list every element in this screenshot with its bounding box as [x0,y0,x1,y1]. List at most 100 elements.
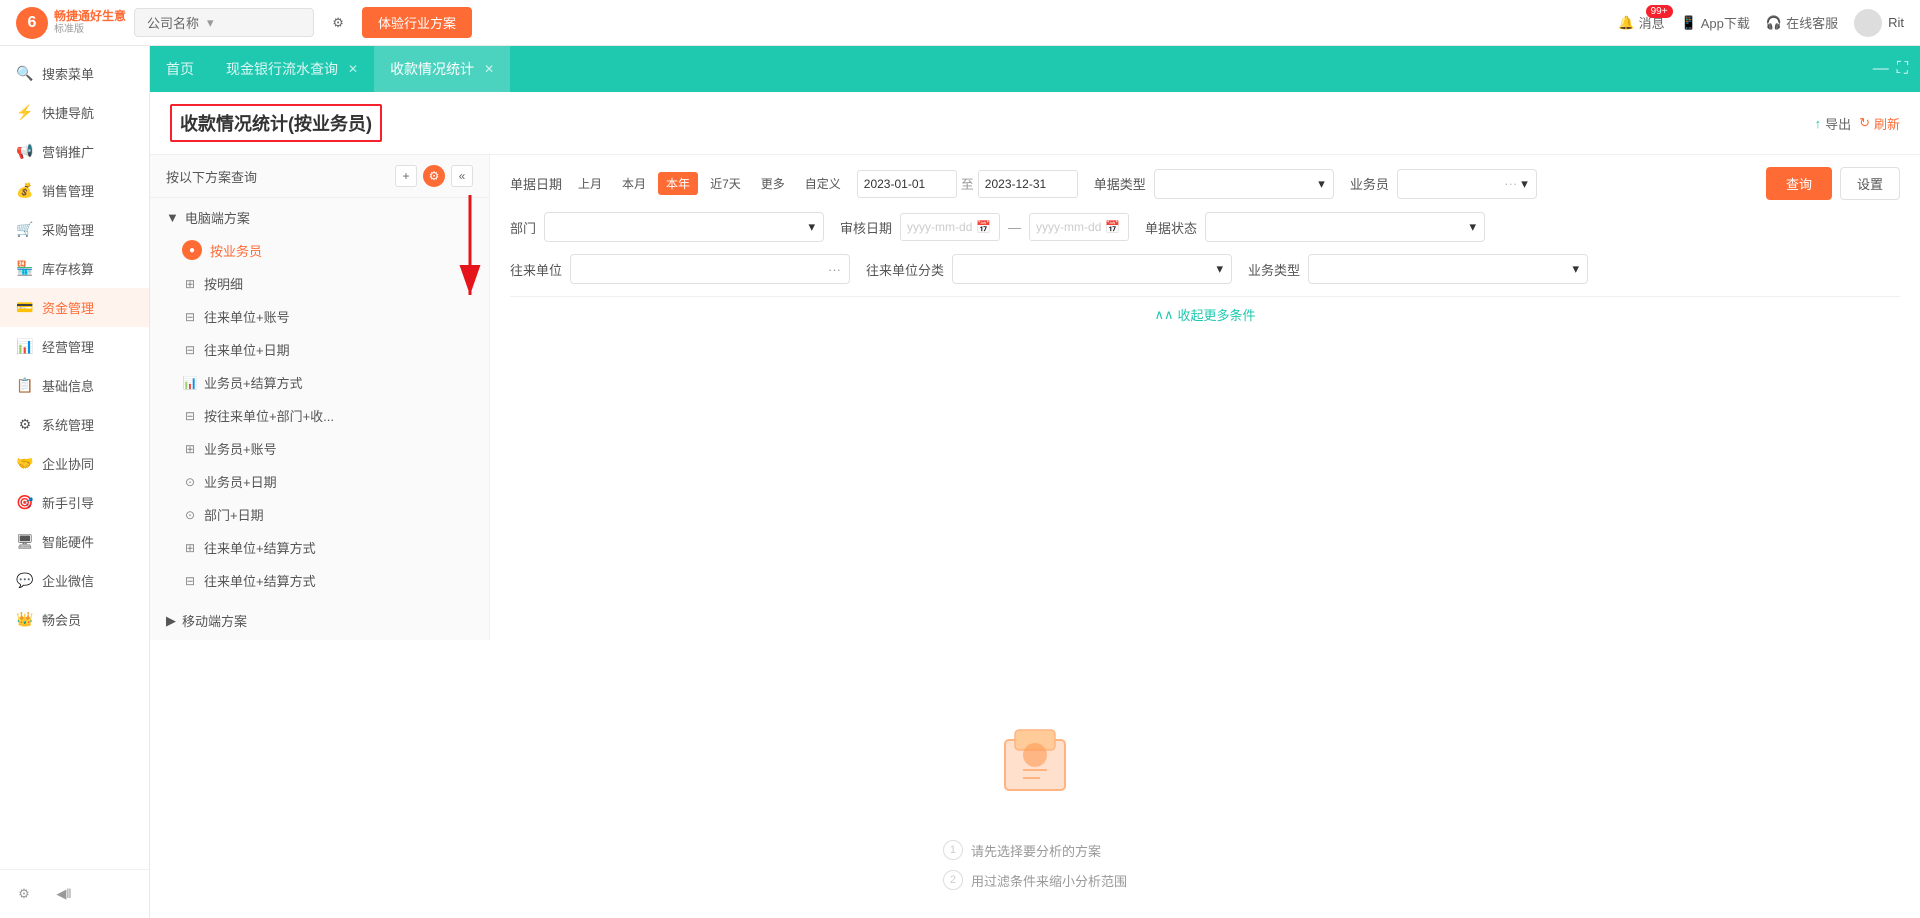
breadcrumb-dropdown-icon[interactable]: ▾ [207,15,214,31]
doc-status-select[interactable]: ▾ [1205,212,1485,242]
chevron-down-icon: ▼ [166,210,179,225]
scheme-partner-settle1[interactable]: ⊞ 往来单位+结算方式 [150,531,489,564]
hardware-icon: 🖥 [16,533,34,551]
detail-icon: ⊞ [182,276,198,292]
refresh-icon: ↻ [1859,115,1870,131]
sidebar-item-finance[interactable]: 💳 资金管理 [0,288,149,327]
staff-dropdown-icon: ▾ [1521,176,1528,192]
review-date-to-input[interactable]: yyyy-mm-dd 📅 [1029,213,1129,241]
desktop-schemes-header[interactable]: ▼ 电脑端方案 [150,202,489,233]
scheme-settings-button[interactable]: ⚙ [423,165,445,187]
staff-more-icon[interactable]: ··· [1504,176,1517,191]
sidebar-item-sales[interactable]: 💰 销售管理 [0,171,149,210]
scheme-staff-account[interactable]: ⊞ 业务员+账号 [150,432,489,465]
scheme-staff-date[interactable]: ⊙ 业务员+日期 [150,465,489,498]
partner-category-label: 往来单位分类 [866,260,944,279]
tab-bank-flow[interactable]: 现金银行流水查询 ✕ [210,46,374,92]
refresh-button[interactable]: ↻ 刷新 [1859,114,1900,133]
export-icon: ↑ [1815,116,1822,131]
warehouse-icon: 🏪 [16,260,34,278]
date-btn-last-month[interactable]: 上月 [570,172,610,195]
partner-select[interactable]: ··· [570,254,850,284]
sidebar-label-system: 系统管理 [42,415,94,434]
sidebar-item-basic[interactable]: 📋 基础信息 [0,366,149,405]
plus-icon: + [402,169,409,183]
staff-select[interactable]: ··· ▾ [1397,169,1537,199]
add-scheme-button[interactable]: + [395,165,417,187]
scheme-partner-settle2[interactable]: ⊟ 往来单位+结算方式 [150,564,489,597]
app-download-label: App下载 [1701,13,1750,32]
query-button[interactable]: 查询 [1766,167,1832,200]
page-header-actions: ↑ 导出 ↻ 刷新 [1815,114,1900,133]
filter-panel-header: 按以下方案查询 + ⚙ « [150,155,489,198]
calendar-to-icon[interactable]: 📅 [1105,220,1120,234]
dept-select[interactable]: ▾ [544,212,824,242]
headset-icon: 🎧 [1766,15,1782,31]
calendar-from-icon[interactable]: 📅 [976,220,991,234]
biz-type-select[interactable]: ▾ [1308,254,1588,284]
scheme-partner-account[interactable]: ⊟ 往来单位+账号 [150,300,489,333]
page-inner: 收款情况统计(按业务员) ↑ 导出 ↻ 刷新 [150,92,1920,918]
review-date-field: 审核日期 yyyy-mm-dd 📅 — yyyy-mm-dd 📅 [840,213,1129,241]
sidebar-item-quick-nav[interactable]: ⚡ 快捷导航 [0,93,149,132]
sidebar-item-warehouse[interactable]: 🏪 库存核算 [0,249,149,288]
sidebar-item-operations[interactable]: 📊 经营管理 [0,327,149,366]
doc-type-select[interactable]: ▾ [1154,169,1334,199]
tab-home[interactable]: 首页 [150,46,210,92]
sidebar-item-search-menu[interactable]: 🔍 搜索菜单 [0,54,149,93]
scheme-staff-settle[interactable]: 📊 业务员+结算方式 [150,366,489,399]
tab-minimize-button[interactable]: — [1873,60,1889,78]
app-download-button[interactable]: 📱 App下载 [1681,13,1750,32]
sidebar-item-guide[interactable]: 🎯 新手引导 [0,483,149,522]
active-indicator: ● [182,240,202,260]
sidebar-settings-button[interactable]: ⚙ [8,878,40,910]
filter-panel-actions: + ⚙ « [395,165,473,187]
scheme-by-detail[interactable]: ⊞ 按明细 [150,267,489,300]
tab-bank-flow-close[interactable]: ✕ [348,62,358,76]
scheme-by-staff[interactable]: ● 按业务员 [150,233,489,267]
scheme-dept-date[interactable]: ⊙ 部门+日期 [150,498,489,531]
date-to-input[interactable]: 2023-12-31 [978,170,1078,198]
sidebar-collapse-button[interactable]: ◀‖ [48,878,80,910]
tab-collection-stats-close[interactable]: ✕ [484,62,494,76]
sidebar-item-member[interactable]: 👑 畅会员 [0,600,149,639]
partner-category-select[interactable]: ▾ [952,254,1232,284]
sidebar-label-warehouse: 库存核算 [42,259,94,278]
scheme-partner-date[interactable]: ⊟ 往来单位+日期 [150,333,489,366]
tab-collection-stats[interactable]: 收款情况统计 ✕ [374,46,510,92]
mobile-schemes-header[interactable]: ▶ 移动端方案 [150,605,489,636]
messages-button[interactable]: 🔔 消息 99+ [1618,13,1664,32]
partner-settle1-icon: ⊞ [182,540,198,556]
sidebar-item-system[interactable]: ⚙ 系统管理 [0,405,149,444]
date-btn-custom[interactable]: 自定义 [797,172,849,195]
online-service-button[interactable]: 🎧 在线客服 [1766,13,1838,32]
settings-button[interactable]: 设置 [1840,167,1900,200]
username: Rit [1888,15,1904,30]
scheme-partner-dept[interactable]: ⊟ 按往来单位+部门+收... [150,399,489,432]
date-from-input[interactable]: 2023-01-01 [857,170,957,198]
empty-step-1: 1 请先选择要分析的方案 [943,840,1127,860]
date-btn-more[interactable]: 更多 [753,172,793,195]
sidebar-item-marketing[interactable]: 📢 营销推广 [0,132,149,171]
date-label: 单据日期 [510,174,562,193]
date-btn-7days[interactable]: 近7天 [702,172,749,195]
sidebar-item-wechat[interactable]: 💬 企业微信 [0,561,149,600]
user-area[interactable]: Rit [1854,9,1904,37]
breadcrumb[interactable]: 公司名称 ▾ [134,8,314,37]
partner-dots-button[interactable]: ··· [828,262,841,277]
collapse-more-button[interactable]: ∧∧ 收起更多条件 [510,296,1900,332]
topbar-settings-button[interactable]: ⚙ [322,7,354,39]
export-button[interactable]: ↑ 导出 [1815,114,1852,133]
collapse-panel-button[interactable]: « [451,165,473,187]
trial-button[interactable]: 体验行业方案 [362,7,472,38]
tab-maximize-button[interactable]: ⛶ [1897,60,1908,78]
review-date-from-input[interactable]: yyyy-mm-dd 📅 [900,213,1000,241]
sidebar-item-purchase[interactable]: 🛒 采购管理 [0,210,149,249]
sidebar-item-enterprise[interactable]: 🤝 企业协同 [0,444,149,483]
date-btn-this-year[interactable]: 本年 [658,172,698,195]
sidebar-label-guide: 新手引导 [42,493,94,512]
date-btn-this-month[interactable]: 本月 [614,172,654,195]
tab-collection-stats-label: 收款情况统计 [390,59,474,79]
doc-status-field: 单据状态 ▾ [1145,212,1485,242]
sidebar-item-hardware[interactable]: 🖥 智能硬件 [0,522,149,561]
